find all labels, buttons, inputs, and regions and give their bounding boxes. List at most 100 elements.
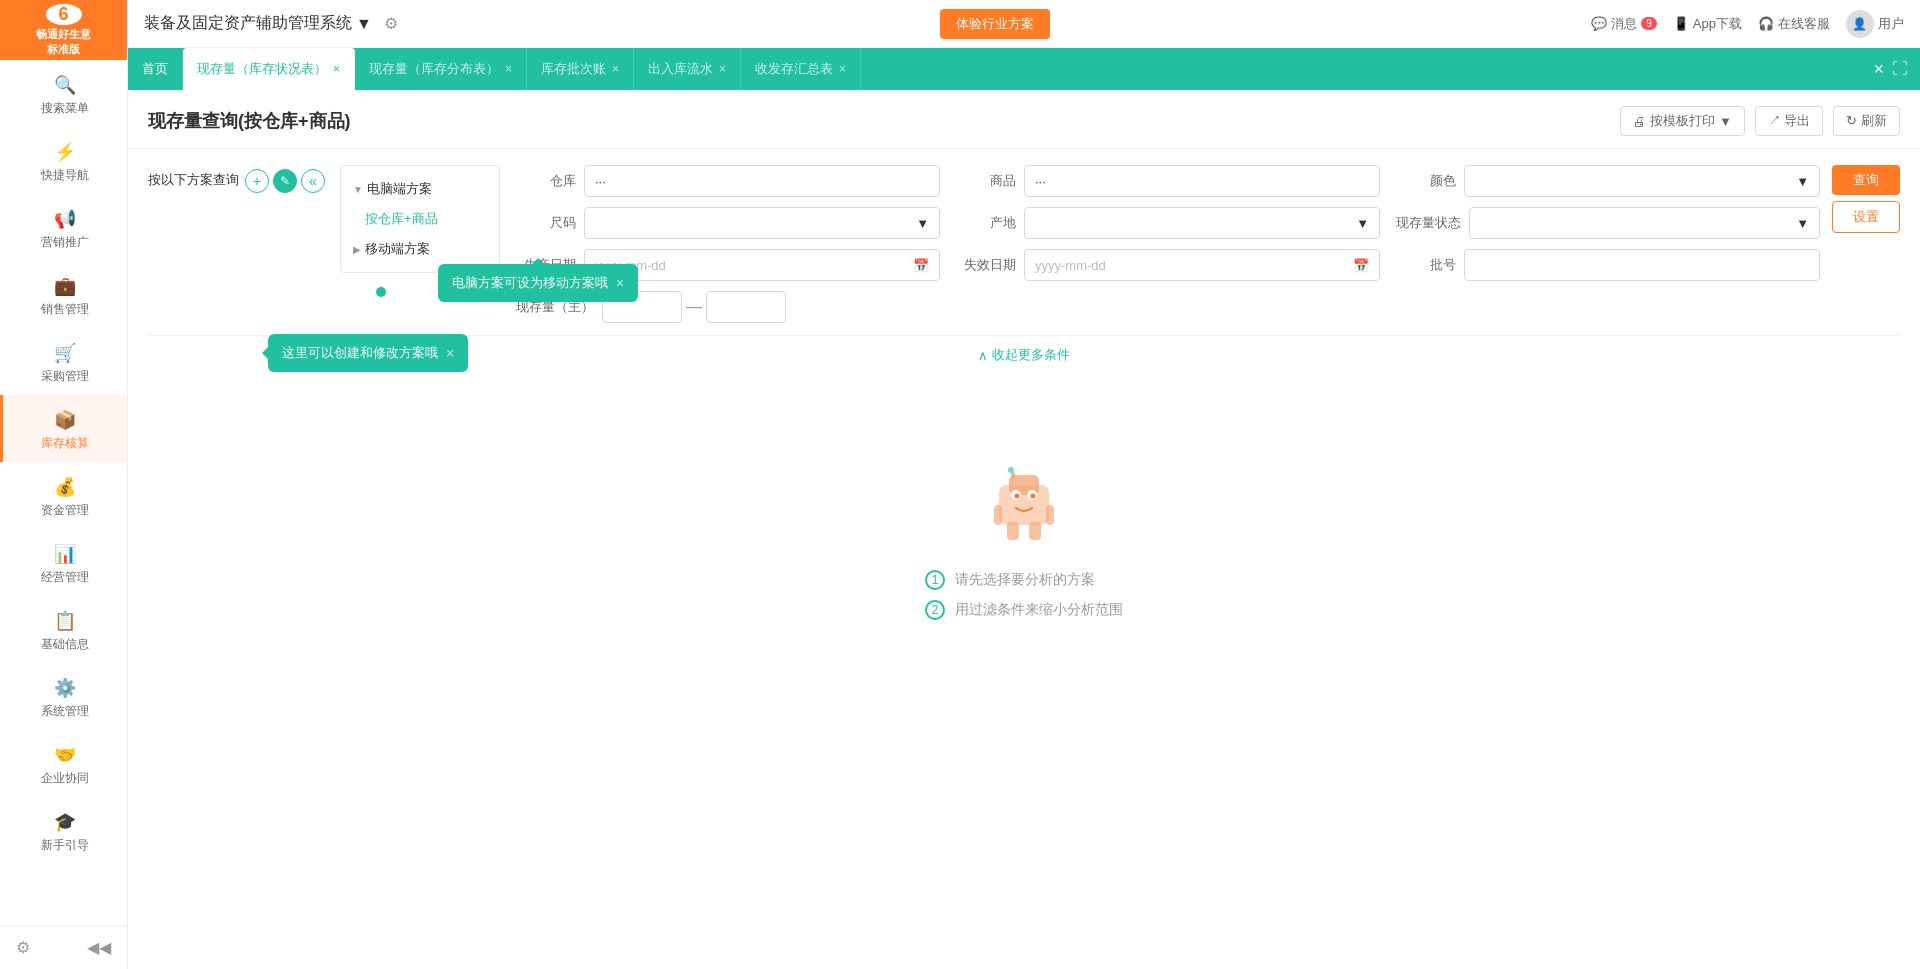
tab-recv-send-summary-close[interactable]: ×: [839, 62, 846, 76]
sidebar-label-quick: 快捷导航: [41, 167, 89, 184]
origin-dropdown-icon: ▼: [1356, 216, 1369, 231]
tip-text-1: 请先选择要分析的方案: [955, 571, 1095, 589]
basic-nav-icon: 📋: [54, 610, 76, 632]
origin-select[interactable]: ▼: [1024, 207, 1380, 239]
expiry-date-label: 失效日期: [956, 256, 1016, 274]
collapse-bar-label: 收起更多条件: [992, 346, 1070, 364]
empty-tip-2: 2 用过滤条件来缩小分析范围: [925, 600, 1123, 620]
tab-inventory-status-close[interactable]: ×: [333, 62, 340, 76]
edit-scheme-button[interactable]: ✎: [273, 169, 297, 193]
sidebar-logo: 6 畅通好生意 标准版: [0, 0, 127, 60]
sidebar-item-guide[interactable]: 🎓 新手引导: [0, 797, 127, 864]
close-all-tabs-icon[interactable]: ×: [1873, 59, 1884, 80]
tab-recv-send-summary[interactable]: 收发存汇总表 ×: [741, 48, 861, 90]
tab-in-out-flow-close[interactable]: ×: [719, 62, 726, 76]
expiry-date-input[interactable]: yyyy-mm-dd 📅: [1024, 249, 1380, 281]
guide-nav-icon: 🎓: [54, 811, 76, 833]
expand-arrow-desktop: ▼: [353, 184, 363, 195]
tab-in-out-flow[interactable]: 出入库流水 ×: [634, 48, 741, 90]
online-service-label: 在线客服: [1778, 15, 1830, 33]
maximize-tabs-icon[interactable]: ⛶: [1892, 60, 1908, 78]
app-download-item[interactable]: 📱 App下载: [1673, 15, 1742, 33]
tab-home[interactable]: 首页: [128, 48, 183, 90]
export-icon: ↗: [1768, 113, 1781, 128]
stock-main-to[interactable]: [706, 291, 786, 323]
sidebar-label-basic: 基础信息: [41, 636, 89, 653]
tab-recv-send-summary-label: 收发存汇总表: [755, 60, 833, 78]
warehouse-dots: ···: [595, 174, 606, 189]
page-container: 现存量查询(按仓库+商品) 🖨 按模板打印 ▼ ↗ 导出 ↻ 刷新: [128, 90, 1920, 969]
tip-number-2: 2: [925, 600, 945, 620]
goods-input[interactable]: ···: [1024, 165, 1380, 197]
system-selector[interactable]: 装备及固定资产辅助管理系统 ▼: [144, 13, 372, 34]
collapse-sidebar-icon[interactable]: ◀◀: [87, 938, 111, 957]
tab-batch-account-label: 库存批次账: [541, 60, 606, 78]
sidebar-item-search[interactable]: 🔍 搜索菜单: [0, 60, 127, 127]
export-button[interactable]: ↗ 导出: [1755, 106, 1824, 136]
sidebar-item-system[interactable]: ⚙️ 系统管理: [0, 663, 127, 730]
range-separator: —: [686, 298, 702, 316]
printer-icon: 🖨: [1633, 114, 1646, 129]
sidebar-item-cooperation[interactable]: 🤝 企业协同: [0, 730, 127, 797]
refresh-button[interactable]: ↻ 刷新: [1833, 106, 1900, 136]
tab-inventory-dist[interactable]: 现存量（库存分布表） ×: [355, 48, 527, 90]
sidebar-item-finance[interactable]: 💰 资金管理: [0, 462, 127, 529]
message-item[interactable]: 💬 消息 9: [1591, 15, 1657, 33]
scheme-mobile-label: 移动端方案: [365, 240, 430, 258]
experience-button[interactable]: 体验行业方案: [940, 9, 1050, 39]
tab-batch-account[interactable]: 库存批次账 ×: [527, 48, 634, 90]
sidebar-item-purchase[interactable]: 🛒 采购管理: [0, 328, 127, 395]
sidebar-label-marketing: 营销推广: [41, 234, 89, 251]
tab-in-out-flow-label: 出入库流水: [648, 60, 713, 78]
scheme-tree: ▼ 电脑端方案 按仓库+商品 ▶ 移动端方案: [340, 165, 500, 273]
warehouse-label: 仓库: [516, 172, 576, 190]
sidebar-label-inventory: 库存核算: [41, 435, 89, 452]
sidebar-item-operations[interactable]: 📊 经营管理: [0, 529, 127, 596]
scheme-tree-item-desktop[interactable]: ▼ 电脑端方案: [341, 174, 499, 204]
page-actions: 🖨 按模板打印 ▼ ↗ 导出 ↻ 刷新: [1620, 106, 1900, 136]
expiry-date-placeholder: yyyy-mm-dd: [1035, 258, 1106, 273]
sales-nav-icon: 💼: [54, 275, 76, 297]
origin-label: 产地: [956, 214, 1016, 232]
page-title: 现存量查询(按仓库+商品): [148, 109, 351, 133]
stock-status-select[interactable]: ▼: [1469, 207, 1820, 239]
settings-gear-icon[interactable]: ⚙: [384, 14, 398, 33]
user-item[interactable]: 👤 用户: [1846, 10, 1904, 38]
add-scheme-button[interactable]: +: [245, 169, 269, 193]
template-print-button[interactable]: 🖨 按模板打印 ▼: [1620, 106, 1745, 136]
setting-button[interactable]: 设置: [1832, 201, 1900, 233]
color-select[interactable]: ▼: [1464, 165, 1820, 197]
sidebar-item-inventory[interactable]: 📦 库存核算: [0, 395, 127, 462]
scheme-tooltip-close[interactable]: ×: [616, 275, 624, 291]
size-label: 尺码: [516, 214, 576, 232]
sidebar-label-system: 系统管理: [41, 703, 89, 720]
logo-icon: 6: [46, 4, 82, 25]
content-area: 现存量查询(按仓库+商品) 🖨 按模板打印 ▼ ↗ 导出 ↻ 刷新: [128, 90, 1920, 969]
tab-inventory-dist-close[interactable]: ×: [505, 62, 512, 76]
back-scheme-button[interactable]: «: [301, 169, 325, 193]
warehouse-input[interactable]: ···: [584, 165, 940, 197]
svg-point-11: [1008, 467, 1014, 473]
query-button[interactable]: 查询: [1832, 165, 1900, 195]
scheme-tree-item-mobile[interactable]: 按仓库+商品: [341, 204, 499, 234]
tab-inventory-status[interactable]: 现存量（库存状况表） ×: [183, 48, 355, 90]
filter-action-row: 查询 设置: [1832, 165, 1900, 233]
expand-arrow-mobile: ▶: [353, 244, 361, 255]
edit-tooltip-close[interactable]: ×: [446, 345, 454, 361]
tab-batch-account-close[interactable]: ×: [612, 62, 619, 76]
sidebar-item-quick[interactable]: ⚡ 快捷导航: [0, 127, 127, 194]
scheme-tree-item-mobile-root[interactable]: ▶ 移动端方案: [341, 234, 499, 264]
app-download-label: App下载: [1693, 15, 1742, 33]
svg-rect-8: [1007, 522, 1019, 540]
size-select[interactable]: ▼: [584, 207, 940, 239]
settings-icon[interactable]: ⚙: [16, 938, 30, 957]
filter-color: 颜色 ▼: [1396, 165, 1820, 197]
sidebar: 6 畅通好生意 标准版 🔍 搜索菜单 ⚡ 快捷导航 📢 营销推广 💼 销售管理 …: [0, 0, 128, 969]
sidebar-item-sales[interactable]: 💼 销售管理: [0, 261, 127, 328]
system-nav-icon: ⚙️: [54, 677, 76, 699]
topbar: 装备及固定资产辅助管理系统 ▼ ⚙ 体验行业方案 💬 消息 9 📱 App下载 …: [128, 0, 1920, 48]
sidebar-item-basic[interactable]: 📋 基础信息: [0, 596, 127, 663]
sidebar-item-marketing[interactable]: 📢 营销推广: [0, 194, 127, 261]
online-service-item[interactable]: 🎧 在线客服: [1758, 15, 1830, 33]
batch-input[interactable]: [1464, 249, 1820, 281]
